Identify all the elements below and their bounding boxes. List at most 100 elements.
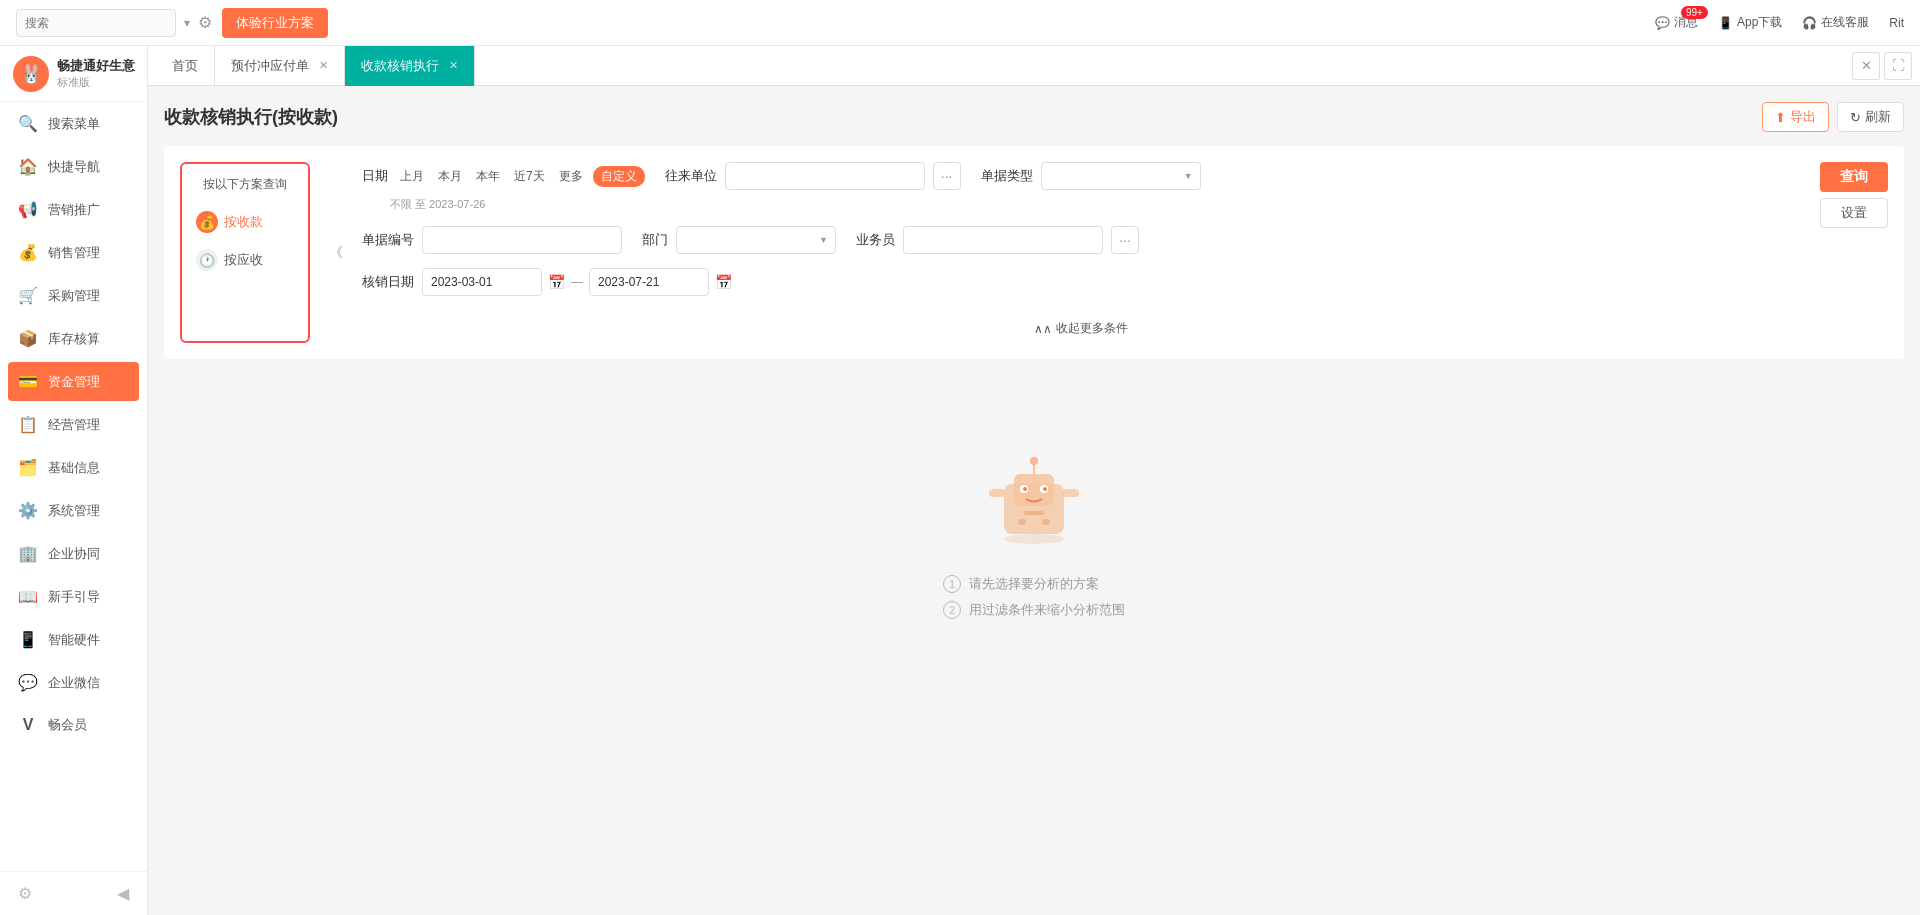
salesperson-dots-button[interactable]: ···	[1111, 226, 1139, 254]
sidebar-logo: 🐰 畅捷通好生意 标准版	[0, 46, 147, 102]
salesperson-input[interactable]	[903, 226, 1103, 254]
sidebar-item-member[interactable]: V 畅会员	[0, 704, 147, 746]
writeoff-start-cal-icon[interactable]: 📅	[548, 274, 565, 290]
filter-collapse-arrow[interactable]: 《	[326, 223, 346, 283]
refresh-button[interactable]: ↻ 刷新	[1837, 102, 1904, 132]
sidebar-item-label: 库存核算	[48, 330, 100, 348]
settings-bottom-icon[interactable]: ⚙	[18, 884, 32, 903]
sidebar-item-label: 营销推广	[48, 201, 100, 219]
sidebar-item-label: 资金管理	[48, 373, 100, 391]
receipt-icon: 💰	[196, 211, 218, 233]
filter-option-by-receipt[interactable]: 💰 按收款	[190, 203, 300, 241]
user-profile[interactable]: Rit	[1889, 16, 1904, 30]
sidebar-item-hardware[interactable]: 📱 智能硬件	[0, 618, 147, 661]
online-service-button[interactable]: 🎧 在线客服	[1802, 14, 1869, 31]
sidebar-item-inventory[interactable]: 📦 库存核算	[0, 317, 147, 360]
sidebar-item-label: 智能硬件	[48, 631, 100, 649]
writeoff-date-end[interactable]	[589, 268, 709, 296]
query-btn-group: 查询 设置	[1820, 162, 1888, 228]
sidebar-item-purchase[interactable]: 🛒 采购管理	[0, 274, 147, 317]
sidebar-item-system[interactable]: ⚙️ 系统管理	[0, 489, 147, 532]
setting-button[interactable]: 设置	[1820, 198, 1888, 228]
filter-form-rows: 日期 上月 本月 本年 近7天 更多 自定义	[362, 162, 1888, 343]
date-shortcut-more[interactable]: 更多	[555, 166, 587, 187]
collapse-sidebar-icon[interactable]: ◀	[117, 884, 129, 903]
sidebar-item-wechat[interactable]: 💬 企业微信	[0, 661, 147, 704]
dept-label: 部门	[642, 231, 668, 249]
search-input[interactable]	[16, 9, 176, 37]
sales-icon: 💰	[18, 243, 38, 262]
filter-panel-title: 按以下方案查询	[190, 176, 300, 193]
app-download-button[interactable]: 📱 App下载	[1718, 14, 1782, 31]
counterpart-input[interactable]	[725, 162, 925, 190]
tab-receivables-label: 收款核销执行	[361, 57, 439, 75]
export-button[interactable]: ⬆ 导出	[1762, 102, 1829, 132]
empty-steps: 1 请先选择要分析的方案 2 用过滤条件来缩小分析范围	[943, 575, 1125, 619]
funds-icon: 💳	[18, 372, 38, 391]
user-name: Rit	[1889, 16, 1904, 30]
dept-select[interactable]	[676, 226, 836, 254]
tab-expand-button[interactable]: ⛶	[1884, 52, 1912, 80]
top-bar-right: 💬 消息 99+ 📱 App下载 🎧 在线客服 Rit	[1655, 14, 1904, 31]
voucher-type-select[interactable]	[1041, 162, 1201, 190]
page-title-bar: 收款核销执行(按收款) ⬆ 导出 ↻ 刷新	[164, 102, 1904, 132]
collapse-more-button[interactable]: ∧∧ 收起更多条件	[362, 314, 1800, 343]
dropdown-arrow-icon[interactable]: ▾	[184, 16, 190, 30]
svg-point-4	[1023, 487, 1027, 491]
step-num-1: 1	[943, 575, 961, 593]
tab-receivables[interactable]: 收款核销执行 ✕	[345, 46, 475, 86]
date-limit-text: 不限 至 2023-07-26	[390, 198, 485, 210]
date-shortcut-this-month[interactable]: 本月	[434, 166, 466, 187]
sidebar-item-guide[interactable]: 📖 新手引导	[0, 575, 147, 618]
sidebar-item-funds[interactable]: 💳 资金管理	[8, 362, 139, 401]
sidebar-item-sales[interactable]: 💰 销售管理	[0, 231, 147, 274]
tab-prepay-close[interactable]: ✕	[319, 59, 328, 72]
gear-icon[interactable]: ⚙	[198, 13, 212, 32]
filter-option-by-receivable[interactable]: 🕐 按应收	[190, 241, 300, 279]
voucher-no-input[interactable]	[422, 226, 622, 254]
sidebar-item-operations[interactable]: 📋 经营管理	[0, 403, 147, 446]
tab-prepay[interactable]: 预付冲应付单 ✕	[215, 46, 345, 86]
top-bar: ▾ ⚙ 体验行业方案 💬 消息 99+ 📱 App下载 🎧 在线客服 Rit	[0, 0, 1920, 46]
voucher-no-field: 单据编号	[362, 226, 622, 254]
counterpart-dots-button[interactable]: ···	[933, 162, 961, 190]
sidebar-item-enterprise[interactable]: 🏢 企业协同	[0, 532, 147, 575]
sidebar-item-label: 销售管理	[48, 244, 100, 262]
query-button[interactable]: 查询	[1820, 162, 1888, 192]
page-content-area: 收款核销执行(按收款) ⬆ 导出 ↻ 刷新 按以下方案查询 💰 按收款	[148, 86, 1920, 715]
sidebar-item-search[interactable]: 🔍 搜索菜单	[0, 102, 147, 145]
tab-receivables-close[interactable]: ✕	[449, 59, 458, 72]
empty-state: 1 请先选择要分析的方案 2 用过滤条件来缩小分析范围	[164, 359, 1904, 699]
export-icon: ⬆	[1775, 110, 1786, 125]
sidebar-item-marketing[interactable]: 📢 营销推广	[0, 188, 147, 231]
date-shortcut-last-month[interactable]: 上月	[396, 166, 428, 187]
empty-step-1: 1 请先选择要分析的方案	[943, 575, 1125, 593]
sidebar-item-basic-info[interactable]: 🗂️ 基础信息	[0, 446, 147, 489]
enterprise-icon: 🏢	[18, 544, 38, 563]
industry-solution-button[interactable]: 体验行业方案	[222, 8, 328, 38]
dept-field: 部门	[642, 226, 836, 254]
filter-by-receipt-label: 按收款	[224, 213, 263, 231]
brand-name: 畅捷通好生意	[57, 57, 135, 75]
tab-close-all-button[interactable]: ✕	[1852, 52, 1880, 80]
svg-rect-11	[1018, 519, 1026, 525]
writeoff-date-start[interactable]	[422, 268, 542, 296]
sidebar-item-label: 系统管理	[48, 502, 100, 520]
voucher-type-label: 单据类型	[981, 167, 1033, 185]
filter-form: 日期 上月 本月 本年 近7天 更多 自定义	[362, 162, 1888, 343]
date-shortcut-custom[interactable]: 自定义	[593, 166, 645, 187]
tab-home[interactable]: 首页	[156, 46, 215, 86]
tab-prepay-label: 预付冲应付单	[231, 57, 309, 75]
date-shortcut-7days[interactable]: 近7天	[510, 166, 549, 187]
system-icon: ⚙️	[18, 501, 38, 520]
dept-select-wrapper	[676, 226, 836, 254]
message-icon: 💬	[1655, 16, 1670, 30]
date-shortcut-this-year[interactable]: 本年	[472, 166, 504, 187]
sidebar-item-label: 采购管理	[48, 287, 100, 305]
sidebar-item-label: 新手引导	[48, 588, 100, 606]
sidebar-item-quick-nav[interactable]: 🏠 快捷导航	[0, 145, 147, 188]
writeoff-end-cal-icon[interactable]: 📅	[715, 274, 732, 290]
salesperson-label: 业务员	[856, 231, 895, 249]
message-button[interactable]: 💬 消息 99+	[1655, 14, 1698, 31]
member-icon: V	[18, 716, 38, 734]
